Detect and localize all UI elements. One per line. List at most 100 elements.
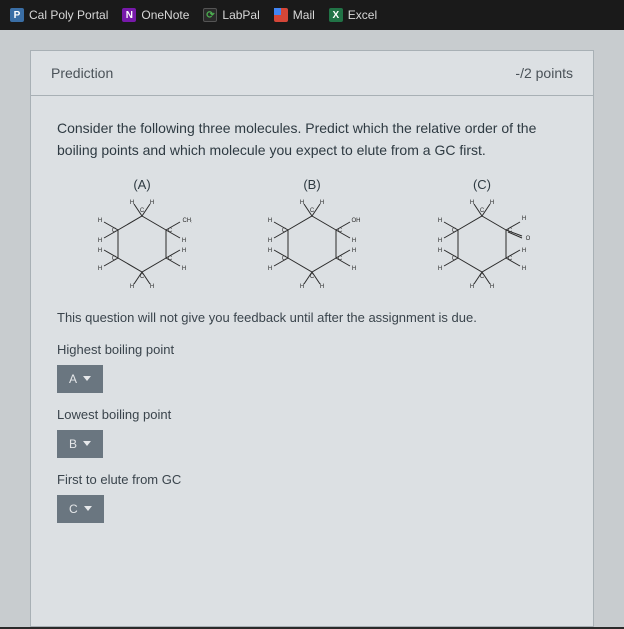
svg-text:H: H [352, 266, 356, 272]
molecule-b: (B) HH OHH [227, 177, 397, 290]
dropdown-lowest-value: B [69, 437, 77, 451]
dropdown-lowest[interactable]: B [57, 430, 103, 458]
svg-text:C: C [452, 256, 457, 262]
svg-text:H: H [300, 200, 304, 206]
svg-text:C: C [310, 274, 315, 280]
field-highest: Highest boiling point A [57, 342, 567, 393]
tab-onenote[interactable]: N OneNote [122, 8, 189, 22]
svg-text:C: C [508, 256, 513, 262]
tab-excel[interactable]: X Excel [329, 8, 377, 22]
svg-text:C: C [168, 228, 173, 234]
svg-text:O: O [526, 236, 531, 242]
svg-text:H: H [438, 266, 442, 272]
svg-text:H: H [522, 266, 526, 272]
card-title: Prediction [51, 65, 113, 81]
tab-label: Excel [348, 8, 377, 22]
card-points: -/2 points [515, 65, 573, 81]
svg-text:H: H [268, 218, 272, 224]
svg-text:H: H [438, 218, 442, 224]
svg-text:C: C [338, 228, 343, 234]
tab-label: OneNote [141, 8, 189, 22]
field-lowest-label: Lowest boiling point [57, 407, 567, 422]
svg-text:H: H [352, 248, 356, 254]
svg-text:H: H [300, 284, 304, 290]
svg-text:H: H [522, 248, 526, 254]
svg-text:H: H [352, 238, 356, 244]
tab-label: Mail [293, 8, 315, 22]
molecule-b-label: (B) [303, 177, 320, 192]
labpal-icon: ⟳ [203, 8, 217, 22]
chevron-down-icon [83, 376, 91, 381]
content-area: Prediction -/2 points Consider the follo… [0, 30, 624, 627]
tab-mail[interactable]: Mail [274, 8, 315, 22]
excel-icon: X [329, 8, 343, 22]
molecule-a-label: (A) [133, 177, 150, 192]
molecule-c: (C) HH HO [397, 177, 567, 290]
svg-text:C: C [508, 228, 513, 234]
svg-text:H: H [268, 266, 272, 272]
svg-text:H: H [522, 216, 526, 222]
svg-text:H: H [320, 284, 324, 290]
molecule-c-label: (C) [473, 177, 491, 192]
molecule-row: (A) HH CH₃H [57, 177, 567, 290]
svg-text:C: C [112, 256, 117, 262]
svg-text:C: C [282, 256, 287, 262]
svg-text:C: C [338, 256, 343, 262]
question-text: Consider the following three molecules. … [57, 118, 567, 161]
molecule-b-structure: HH OHH HH HH HH HH CCC CCC [262, 198, 362, 290]
browser-tab-bar: P Cal Poly Portal N OneNote ⟳ LabPal Mai… [0, 0, 624, 30]
svg-text:H: H [130, 284, 134, 290]
field-first-elute: First to elute from GC C [57, 472, 567, 523]
svg-text:H: H [182, 248, 186, 254]
svg-text:OH: OH [352, 218, 361, 224]
molecule-a: (A) HH CH₃H [57, 177, 227, 290]
svg-text:H: H [98, 238, 102, 244]
dropdown-highest-value: A [69, 372, 77, 386]
chevron-down-icon [84, 506, 92, 511]
onenote-icon: N [122, 8, 136, 22]
svg-text:H: H [438, 238, 442, 244]
svg-text:H: H [98, 248, 102, 254]
svg-text:H: H [182, 238, 186, 244]
field-first-label: First to elute from GC [57, 472, 567, 487]
tab-label: LabPal [222, 8, 259, 22]
tab-cal-poly-portal[interactable]: P Cal Poly Portal [10, 8, 108, 22]
svg-text:H: H [320, 200, 324, 206]
feedback-note: This question will not give you feedback… [57, 308, 567, 328]
svg-text:C: C [452, 228, 457, 234]
svg-text:H: H [490, 284, 494, 290]
chevron-down-icon [83, 441, 91, 446]
svg-text:H: H [150, 200, 154, 206]
svg-text:H: H [470, 284, 474, 290]
svg-text:C: C [480, 208, 485, 214]
svg-text:H: H [268, 248, 272, 254]
svg-text:H: H [490, 200, 494, 206]
svg-text:C: C [310, 208, 315, 214]
svg-text:C: C [282, 228, 287, 234]
svg-text:C: C [168, 256, 173, 262]
svg-text:H: H [268, 238, 272, 244]
dropdown-first-value: C [69, 502, 78, 516]
svg-text:C: C [480, 274, 485, 280]
tab-labpal[interactable]: ⟳ LabPal [203, 8, 259, 22]
svg-text:H: H [130, 200, 134, 206]
svg-text:H: H [150, 284, 154, 290]
field-highest-label: Highest boiling point [57, 342, 567, 357]
portal-icon: P [10, 8, 24, 22]
field-lowest: Lowest boiling point B [57, 407, 567, 458]
svg-text:H: H [470, 200, 474, 206]
svg-text:CH₃: CH₃ [182, 218, 192, 224]
svg-text:C: C [112, 228, 117, 234]
svg-text:C: C [140, 274, 145, 280]
mail-icon [274, 8, 288, 22]
dropdown-highest[interactable]: A [57, 365, 103, 393]
svg-text:C: C [140, 208, 145, 214]
card-body: Consider the following three molecules. … [31, 96, 593, 626]
card-header: Prediction -/2 points [31, 51, 593, 96]
svg-text:H: H [98, 266, 102, 272]
svg-text:H: H [438, 248, 442, 254]
question-card: Prediction -/2 points Consider the follo… [30, 50, 594, 627]
dropdown-first-elute[interactable]: C [57, 495, 104, 523]
svg-text:H: H [98, 218, 102, 224]
molecule-a-structure: HH CH₃H HH HH HH HH CCC CCC [92, 198, 192, 290]
